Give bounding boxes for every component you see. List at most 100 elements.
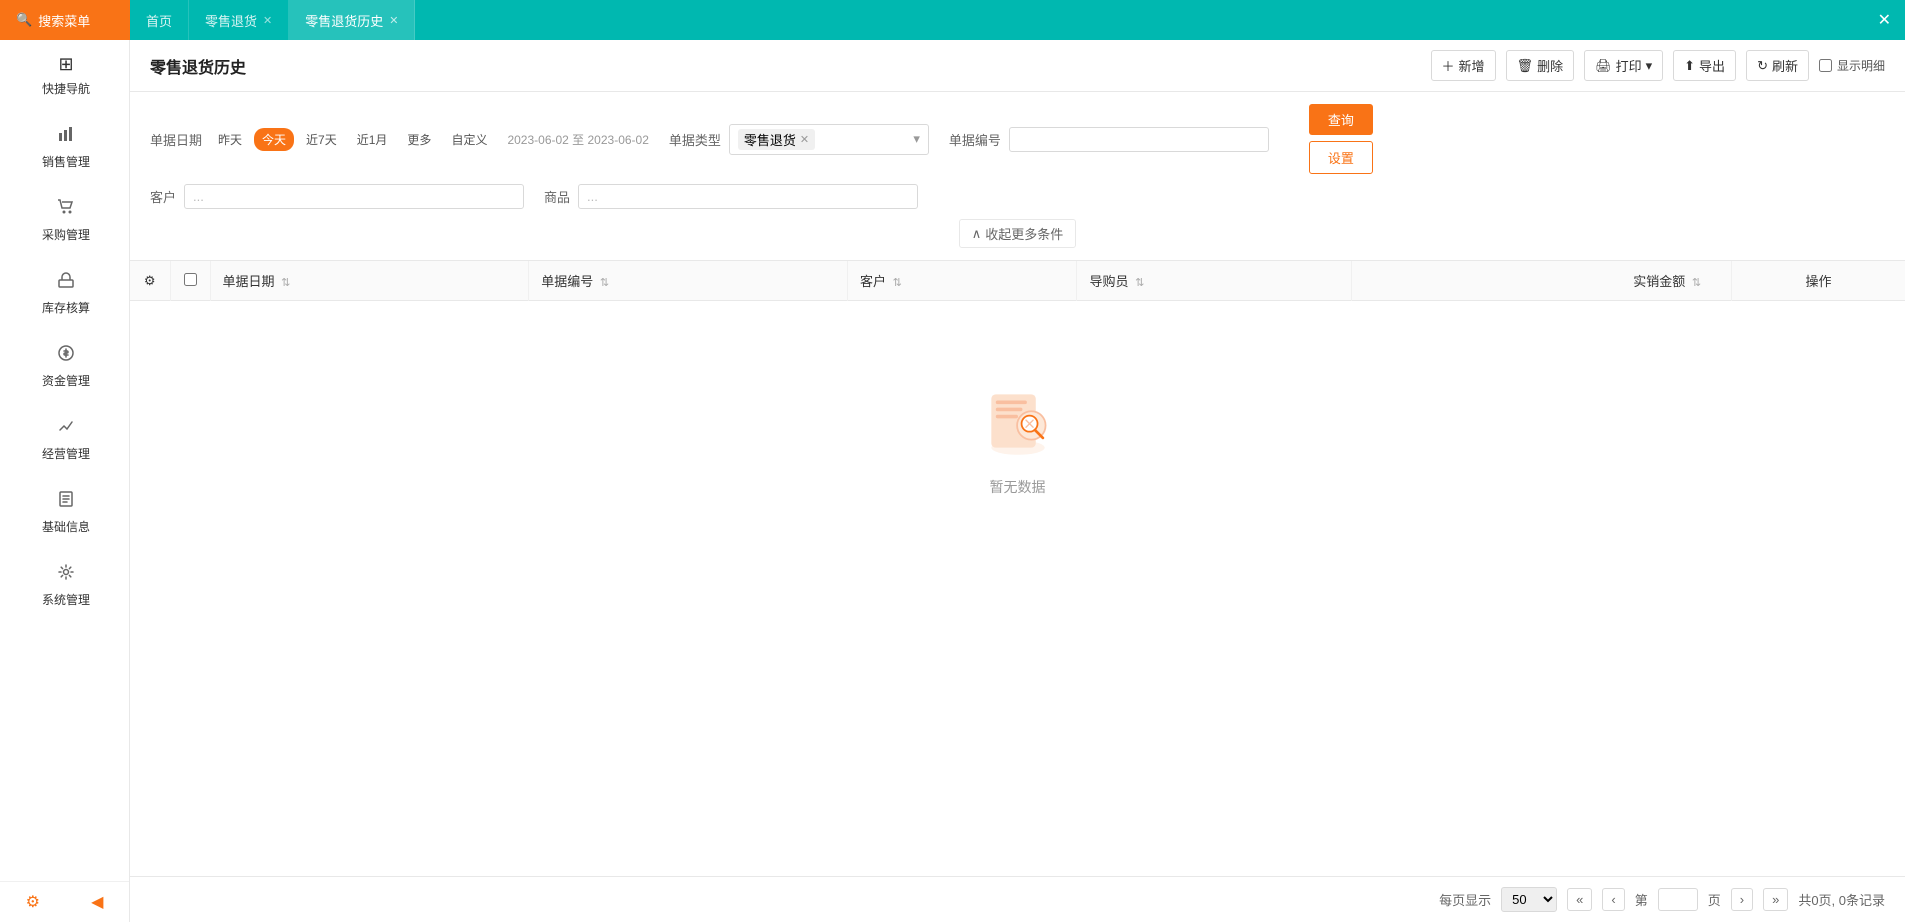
date-shortcut-1month[interactable]: 近1月 <box>349 128 396 151</box>
content-area: 零售退货历史 ＋ 新增 🗑 删除 🖨 打印 ▾ ⬆ 导出 <box>130 40 1905 922</box>
th-date-sort-icon[interactable]: ⇅ <box>281 277 290 289</box>
collapse-filter-button[interactable]: ∧ 收起更多条件 <box>959 219 1077 248</box>
refresh-button[interactable]: ↻ 刷新 <box>1746 50 1809 81</box>
print-arrow-icon: ▾ <box>1646 58 1653 74</box>
th-guide-sort-icon[interactable]: ⇅ <box>1135 277 1144 289</box>
purchase-icon <box>57 198 75 221</box>
tab-retail-return[interactable]: 零售退货 ✕ <box>189 0 289 40</box>
sidebar-item-quick-nav-label: 快捷导航 <box>42 80 90 97</box>
customer-label: 客户 <box>150 187 176 206</box>
search-icon: 🔍 <box>16 12 32 28</box>
tab-retail-return-history-close[interactable]: ✕ <box>389 14 398 27</box>
voucher-type-tag-close[interactable]: ✕ <box>800 133 809 146</box>
current-page-input[interactable]: 1 <box>1658 888 1698 911</box>
tab-retail-return-close[interactable]: ✕ <box>263 14 272 27</box>
new-icon: ＋ <box>1442 56 1455 75</box>
th-no-label: 单据编号 <box>541 274 593 289</box>
th-no-sort-icon[interactable]: ⇅ <box>600 277 609 289</box>
set-button[interactable]: 设置 <box>1309 141 1373 174</box>
export-button[interactable]: ⬆ 导出 <box>1673 50 1736 81</box>
date-shortcut-custom[interactable]: 自定义 <box>443 128 495 151</box>
voucher-type-label: 单据类型 <box>669 130 721 149</box>
new-label: 新增 <box>1459 56 1485 75</box>
search-menu-button[interactable]: 🔍 搜索菜单 <box>0 0 130 40</box>
date-label: 单据日期 <box>150 130 202 149</box>
voucher-no-filter: 单据编号 <box>949 127 1269 152</box>
date-shortcut-today[interactable]: 今天 <box>254 128 294 151</box>
first-page-button[interactable]: « <box>1567 888 1592 911</box>
sidebar-item-finance[interactable]: 资金管理 <box>0 330 129 403</box>
collapse-sidebar-icon[interactable]: ◀ <box>91 892 103 912</box>
date-shortcut-more[interactable]: 更多 <box>399 128 439 151</box>
prev-page-button[interactable]: ‹ <box>1602 888 1624 911</box>
sidebar-item-operation-label: 经营管理 <box>42 445 90 462</box>
customer-filter: 客户 ... <box>150 184 524 209</box>
main-layout: ⊞ 快捷导航 销售管理 采购管理 库存核算 资金管理 <box>0 40 1905 922</box>
voucher-type-tag-label: 零售退货 <box>744 130 796 149</box>
goods-select[interactable]: ... <box>578 184 918 209</box>
sidebar-item-inventory[interactable]: 库存核算 <box>0 257 129 330</box>
voucher-type-tag: 零售退货 ✕ <box>738 129 815 150</box>
tab-retail-return-history-label: 零售退货历史 <box>305 11 383 30</box>
sidebar-item-purchase-label: 采购管理 <box>42 226 90 243</box>
th-amount-sort-icon[interactable]: ⇅ <box>1692 277 1701 289</box>
tab-home[interactable]: 首页 <box>130 0 189 40</box>
voucher-type-select[interactable]: 零售退货 ✕ ▾ <box>729 124 929 155</box>
tab-retail-return-history[interactable]: 零售退货历史 ✕ <box>289 0 415 40</box>
window-close-button[interactable]: ✕ <box>1864 10 1905 30</box>
export-icon: ⬆ <box>1684 58 1695 74</box>
basic-info-icon <box>57 490 75 513</box>
tab-bar: 首页 零售退货 ✕ 零售退货历史 ✕ <box>130 0 1864 40</box>
voucher-no-input[interactable] <box>1009 127 1269 152</box>
customer-placeholder: ... <box>193 189 204 204</box>
total-info: 共0页, 0条记录 <box>1798 890 1885 909</box>
th-action-label: 操作 <box>1806 274 1832 289</box>
th-date-label: 单据日期 <box>223 274 275 289</box>
settings-bottom-icon[interactable]: ⚙ <box>26 892 40 912</box>
customer-select[interactable]: ... <box>184 184 524 209</box>
show-detail-checkbox[interactable] <box>1819 59 1832 72</box>
sidebar-item-basic-info-label: 基础信息 <box>42 518 90 535</box>
sidebar-item-inventory-label: 库存核算 <box>42 299 90 316</box>
query-set-group: 查询 设置 <box>1309 104 1373 174</box>
filter-area: 单据日期 昨天 今天 近7天 近1月 更多 自定义 2023-06-02 至 2… <box>130 92 1905 261</box>
delete-button[interactable]: 🗑 删除 <box>1506 50 1575 81</box>
query-button[interactable]: 查询 <box>1309 104 1373 135</box>
th-customer-sort-icon[interactable]: ⇅ <box>893 277 902 289</box>
page-size-select[interactable]: 10 20 50 100 <box>1501 887 1557 912</box>
show-detail-toggle[interactable]: 显示明细 <box>1819 57 1885 74</box>
goods-label: 商品 <box>544 187 570 206</box>
finance-icon <box>57 344 75 367</box>
sidebar-item-purchase[interactable]: 采购管理 <box>0 184 129 257</box>
settings-icon[interactable]: ⚙ <box>144 273 156 288</box>
sidebar-item-basic-info[interactable]: 基础信息 <box>0 476 129 549</box>
delete-icon: 🗑 <box>1517 58 1534 74</box>
th-guide-label: 导购员 <box>1089 274 1128 289</box>
empty-text: 暂无数据 <box>990 477 1046 497</box>
data-table: ⚙ 单据日期 ⇅ 单据编号 ⇅ <box>130 261 1905 301</box>
sidebar-item-sales[interactable]: 销售管理 <box>0 111 129 184</box>
th-no: 单据编号 ⇅ <box>529 261 848 301</box>
pagination-bar: 每页显示 10 20 50 100 « ‹ 第 1 页 › » 共0页, 0条记… <box>130 876 1905 922</box>
page-actions: ＋ 新增 🗑 删除 🖨 打印 ▾ ⬆ 导出 ↻ 刷新 <box>1431 50 1885 81</box>
th-action: 操作 <box>1732 261 1905 301</box>
select-all-checkbox[interactable] <box>184 273 197 286</box>
date-shortcut-7days[interactable]: 近7天 <box>298 128 345 151</box>
new-button[interactable]: ＋ 新增 <box>1431 50 1496 81</box>
empty-state: 暂无数据 <box>130 301 1905 577</box>
sidebar-item-operation[interactable]: 经营管理 <box>0 403 129 476</box>
sidebar-item-system[interactable]: 系统管理 <box>0 549 129 622</box>
print-button[interactable]: 🖨 打印 ▾ <box>1584 50 1663 81</box>
sidebar: ⊞ 快捷导航 销售管理 采购管理 库存核算 资金管理 <box>0 40 130 922</box>
th-date: 单据日期 ⇅ <box>210 261 529 301</box>
goods-placeholder: ... <box>587 189 598 204</box>
date-shortcuts: 昨天 今天 近7天 近1月 更多 自定义 <box>210 128 495 151</box>
last-page-button[interactable]: » <box>1763 888 1788 911</box>
next-page-button[interactable]: › <box>1731 888 1753 911</box>
sidebar-item-quick-nav[interactable]: ⊞ 快捷导航 <box>0 40 129 111</box>
print-icon: 🖨 <box>1595 58 1612 74</box>
page-header: 零售退货历史 ＋ 新增 🗑 删除 🖨 打印 ▾ ⬆ 导出 <box>130 40 1905 92</box>
export-label: 导出 <box>1699 56 1725 75</box>
th-checkbox <box>170 261 210 301</box>
date-shortcut-yesterday[interactable]: 昨天 <box>210 128 250 151</box>
